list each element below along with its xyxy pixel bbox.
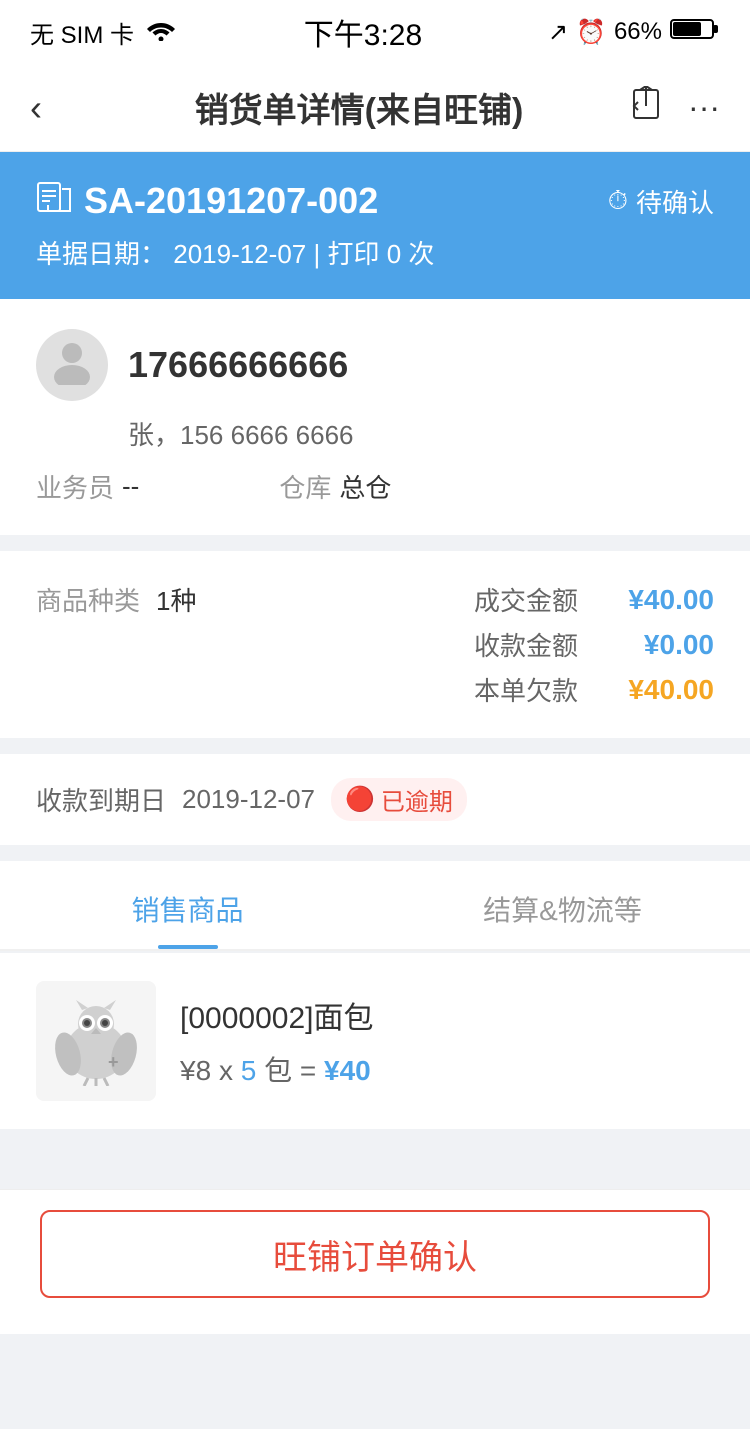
tab-sales-products[interactable]: 销售商品: [0, 861, 375, 949]
customer-name: 张，156 6666 6666: [36, 415, 714, 452]
alarm-icon: ⏰: [576, 18, 606, 47]
battery-text: 66%: [614, 18, 662, 46]
wifi-icon: [144, 17, 178, 48]
deal-amount-label: 成交金额: [474, 581, 578, 618]
product-total: ¥40: [324, 1055, 371, 1086]
due-date-card: 收款到期日 2019-12-07 🔴 已逾期: [0, 754, 750, 845]
product-image: +: [36, 981, 156, 1101]
more-icon[interactable]: ···: [688, 89, 720, 126]
nav-actions: ···: [628, 86, 720, 130]
status-bar: 无 SIM 卡 下午3:28 ↗ ⏰ 66%: [0, 0, 750, 64]
nav-bar: ‹ 销货单详情(来自旺铺) ···: [0, 64, 750, 152]
warning-icon: 🔴: [345, 785, 375, 814]
due-date-label: 收款到期日: [36, 781, 166, 818]
deal-amount-value: ¥40.00: [594, 584, 714, 616]
location-icon: ↗: [548, 18, 568, 47]
status-badge: ⏱ 待确认: [608, 183, 714, 220]
page-title: 销货单详情(来自旺铺): [90, 83, 628, 132]
product-item: + [0000002]面包 ¥8 x 5 包 = ¥40: [0, 953, 750, 1129]
warehouse-value: 总仓: [339, 468, 391, 505]
stats-card: 商品种类 1种 成交金额 ¥40.00 收款金额 ¥0.00 本单欠款 ¥40.…: [0, 551, 750, 738]
customer-phone: 17666666666: [128, 344, 348, 386]
avatar: [36, 329, 108, 401]
debt-label: 本单欠款: [474, 671, 578, 708]
battery-icon: [670, 17, 720, 48]
back-button[interactable]: ‹: [30, 87, 90, 129]
due-date-value: 2019-12-07: [182, 784, 315, 815]
document-icon: [36, 180, 72, 222]
header-date: 单据日期： 2019-12-07 | 打印 0 次: [36, 234, 714, 271]
header-card: SA-20191207-002 ⏱ 待确认 单据日期： 2019-12-07 |…: [0, 152, 750, 299]
bottom-bar: 旺铺订单确认: [0, 1189, 750, 1334]
clock-icon: ⏱: [608, 185, 628, 217]
product-type-label: 商品种类: [36, 581, 140, 618]
product-name: [0000002]面包: [180, 993, 714, 1037]
status-bar-left: 无 SIM 卡: [30, 15, 178, 50]
status-bar-right: ↗ ⏰ 66%: [548, 17, 720, 48]
product-price: ¥8 x 5 包 = ¥40: [180, 1049, 714, 1089]
order-number: SA-20191207-002: [36, 180, 378, 222]
tab-settlement[interactable]: 结算&物流等: [375, 861, 750, 949]
product-thumbnail: +: [46, 996, 146, 1086]
received-value: ¥0.00: [594, 629, 714, 661]
product-qty: 5: [241, 1055, 257, 1086]
sales-label: 业务员: [36, 468, 114, 505]
received-label: 收款金额: [474, 626, 578, 663]
debt-value: ¥40.00: [594, 674, 714, 706]
no-sim-text: 无 SIM 卡: [30, 15, 134, 50]
sales-value: --: [122, 471, 139, 502]
customer-card: 17666666666 张，156 6666 6666 业务员 -- 仓库 总仓: [0, 299, 750, 535]
svg-text:+: +: [108, 1052, 119, 1072]
product-list: + [0000002]面包 ¥8 x 5 包 = ¥40: [0, 953, 750, 1129]
tabs-row: 销售商品 结算&物流等: [0, 861, 750, 951]
user-icon: [47, 335, 97, 396]
share-icon[interactable]: [628, 86, 664, 130]
status-bar-time: 下午3:28: [304, 10, 422, 54]
overdue-badge: 🔴 已逾期: [331, 778, 467, 821]
warehouse-label: 仓库: [279, 468, 331, 505]
customer-meta: 业务员 -- 仓库 总仓: [36, 468, 714, 505]
tabs-container: 销售商品 结算&物流等: [0, 861, 750, 951]
product-type-value: 1种: [156, 581, 196, 618]
product-info: [0000002]面包 ¥8 x 5 包 = ¥40: [180, 993, 714, 1089]
confirm-button[interactable]: 旺铺订单确认: [40, 1210, 710, 1298]
